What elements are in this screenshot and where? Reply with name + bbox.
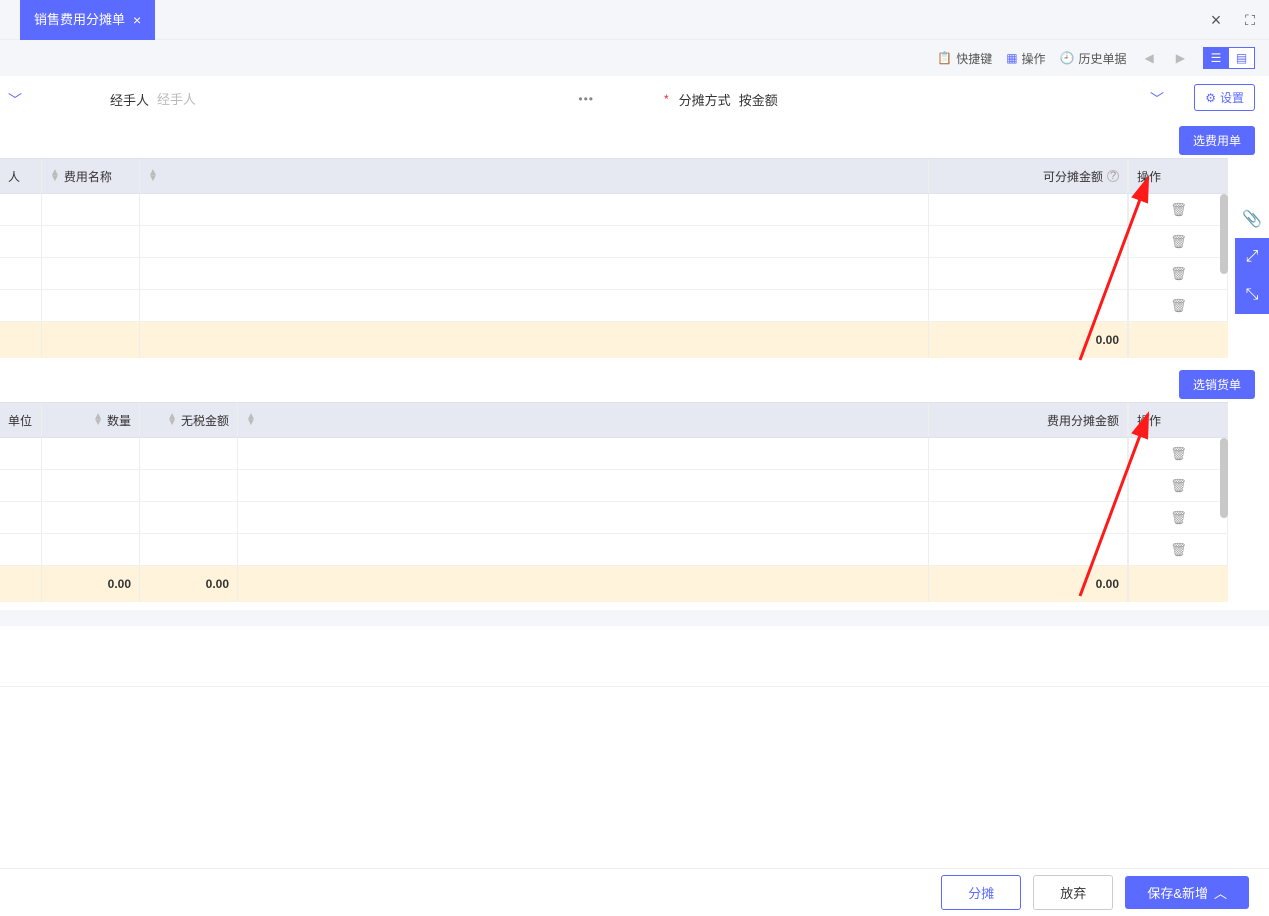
- col-notax[interactable]: ▲▼ 无税金额: [140, 403, 238, 437]
- col-op2: 操作: [1128, 403, 1228, 437]
- delete-icon[interactable]: 🗑: [1170, 478, 1187, 494]
- window-close-icon[interactable]: ×: [1205, 9, 1227, 31]
- operate-label: 操作: [1022, 50, 1046, 67]
- active-tab[interactable]: 销售费用分摊单 ×: [20, 0, 155, 40]
- delete-icon[interactable]: 🗑: [1170, 510, 1187, 526]
- operate-link[interactable]: ▦ 操作: [1006, 50, 1045, 67]
- collapse-chevron-icon[interactable]: ﹀: [8, 90, 22, 110]
- tables-area: 选费用单 人 ▲▼ 费用名称 ▲▼ 可分摊金额 ? 操作 🗑: [0, 122, 1269, 687]
- grid-icon: ▦: [1006, 51, 1017, 65]
- sales-total-row: 0.00 0.00 0.00: [0, 566, 1228, 602]
- col-allocatable[interactable]: 可分摊金额 ?: [928, 159, 1128, 193]
- table-row[interactable]: 🗑: [0, 290, 1228, 322]
- table-row[interactable]: 🗑: [0, 502, 1228, 534]
- expand2-icon[interactable]: ⤡: [1235, 276, 1269, 314]
- col-name[interactable]: ▲▼ 费用名称: [42, 159, 140, 193]
- allocation-method-field: * 分摊方式 按金额 ﹀: [664, 90, 1164, 109]
- gear-icon: ⚙: [1205, 91, 1216, 105]
- table-row[interactable]: 🗑: [0, 534, 1228, 566]
- method-label: 分摊方式: [679, 90, 731, 109]
- expense-total-row: 0.00: [0, 322, 1228, 358]
- scrollbar[interactable]: [1220, 438, 1228, 518]
- right-rail: 📎 ⤢ ⤡: [1235, 200, 1269, 314]
- table-row[interactable]: 🗑: [0, 226, 1228, 258]
- expense-table-header: 人 ▲▼ 费用名称 ▲▼ 可分摊金额 ? 操作: [0, 158, 1228, 194]
- discard-button[interactable]: 放弃: [1033, 875, 1113, 910]
- settings-button[interactable]: ⚙ 设置: [1194, 84, 1255, 111]
- history-icon: 🕘: [1060, 51, 1075, 65]
- tab-bar: 销售费用分摊单 × × ⛶: [0, 0, 1269, 40]
- table-row[interactable]: 🗑: [0, 470, 1228, 502]
- handler-field: 经手人 •••: [110, 88, 610, 111]
- total-notax: 0.00: [140, 566, 238, 602]
- delete-icon[interactable]: 🗑: [1170, 542, 1187, 558]
- close-icon[interactable]: ×: [133, 0, 141, 40]
- delete-icon[interactable]: 🗑: [1170, 234, 1187, 250]
- settings-label: 设置: [1220, 89, 1244, 106]
- chevron-up-icon: ︿: [1214, 883, 1227, 902]
- divider-line: [0, 686, 1269, 687]
- handler-input[interactable]: [157, 88, 537, 111]
- table-row[interactable]: 🗑: [0, 258, 1228, 290]
- sort-icon[interactable]: ▲▼: [246, 414, 256, 426]
- select-expense-button[interactable]: 选费用单: [1179, 126, 1255, 155]
- col-person[interactable]: 人: [0, 159, 42, 193]
- sort-icon[interactable]: ▲▼: [167, 414, 177, 426]
- table-row[interactable]: 🗑: [0, 194, 1228, 226]
- chevron-down-icon[interactable]: ﹀: [1150, 89, 1164, 109]
- required-mark: *: [664, 92, 669, 106]
- delete-icon[interactable]: 🗑: [1170, 202, 1187, 218]
- form-row: ﹀ 经手人 ••• * 分摊方式 按金额 ﹀ ⚙ 设置: [0, 76, 1269, 122]
- col-unit[interactable]: 单位: [0, 403, 42, 437]
- expense-table: 人 ▲▼ 费用名称 ▲▼ 可分摊金额 ? 操作 🗑 🗑: [0, 158, 1228, 358]
- save-new-button[interactable]: 保存&新增 ︿: [1125, 876, 1249, 909]
- delete-icon[interactable]: 🗑: [1170, 298, 1187, 314]
- view-list-icon[interactable]: ☰: [1203, 47, 1229, 69]
- fullscreen-icon[interactable]: ⛶: [1239, 9, 1261, 31]
- view-toggle: ☰ ▤: [1203, 47, 1255, 69]
- table-row[interactable]: 🗑: [0, 438, 1228, 470]
- history-label: 历史单据: [1079, 50, 1127, 67]
- doc-toolbar: 📋 快捷键 ▦ 操作 🕘 历史单据 ◀ ▶ ☰ ▤: [0, 40, 1269, 76]
- save-label: 保存&新增: [1147, 883, 1208, 902]
- handler-label: 经手人: [110, 90, 149, 109]
- history-link[interactable]: 🕘 历史单据: [1060, 50, 1127, 67]
- sort-icon[interactable]: ▲▼: [93, 414, 103, 426]
- footer-actions: 分摊 放弃 保存&新增 ︿: [0, 868, 1269, 916]
- method-value[interactable]: 按金额: [739, 90, 1164, 109]
- total-alloc: 0.00: [928, 566, 1128, 602]
- shortcut-link[interactable]: 📋 快捷键: [937, 50, 992, 67]
- attachment-icon[interactable]: 📎: [1235, 200, 1269, 238]
- col-op: 操作: [1128, 159, 1228, 193]
- sort-icon[interactable]: ▲▼: [148, 170, 158, 182]
- expand-icon[interactable]: ⤢: [1235, 238, 1269, 276]
- more-icon[interactable]: •••: [578, 92, 594, 106]
- allocate-button[interactable]: 分摊: [941, 875, 1021, 910]
- next-doc-icon[interactable]: ▶: [1172, 51, 1189, 65]
- select-sales-button[interactable]: 选销货单: [1179, 370, 1255, 399]
- scrollbar[interactable]: [1220, 194, 1228, 274]
- delete-icon[interactable]: 🗑: [1170, 446, 1187, 462]
- sales-table: 单位 ▲▼ 数量 ▲▼ 无税金额 ▲▼ 费用分摊金额 操作 🗑: [0, 402, 1228, 602]
- separator-strip: [0, 610, 1269, 626]
- prev-doc-icon[interactable]: ◀: [1141, 51, 1158, 65]
- view-card-icon[interactable]: ▤: [1229, 47, 1255, 69]
- info-icon[interactable]: ?: [1107, 170, 1119, 182]
- total-qty: 0.00: [42, 566, 140, 602]
- col-alloc[interactable]: 费用分摊金额: [928, 403, 1128, 437]
- shortcut-label: 快捷键: [956, 50, 992, 67]
- clipboard-icon: 📋: [937, 51, 952, 65]
- col-qty[interactable]: ▲▼ 数量: [42, 403, 140, 437]
- tab-title: 销售费用分摊单: [34, 0, 125, 40]
- sort-icon[interactable]: ▲▼: [50, 170, 60, 182]
- delete-icon[interactable]: 🗑: [1170, 266, 1187, 282]
- sales-table-header: 单位 ▲▼ 数量 ▲▼ 无税金额 ▲▼ 费用分摊金额 操作: [0, 402, 1228, 438]
- total-allocatable: 0.00: [928, 322, 1128, 358]
